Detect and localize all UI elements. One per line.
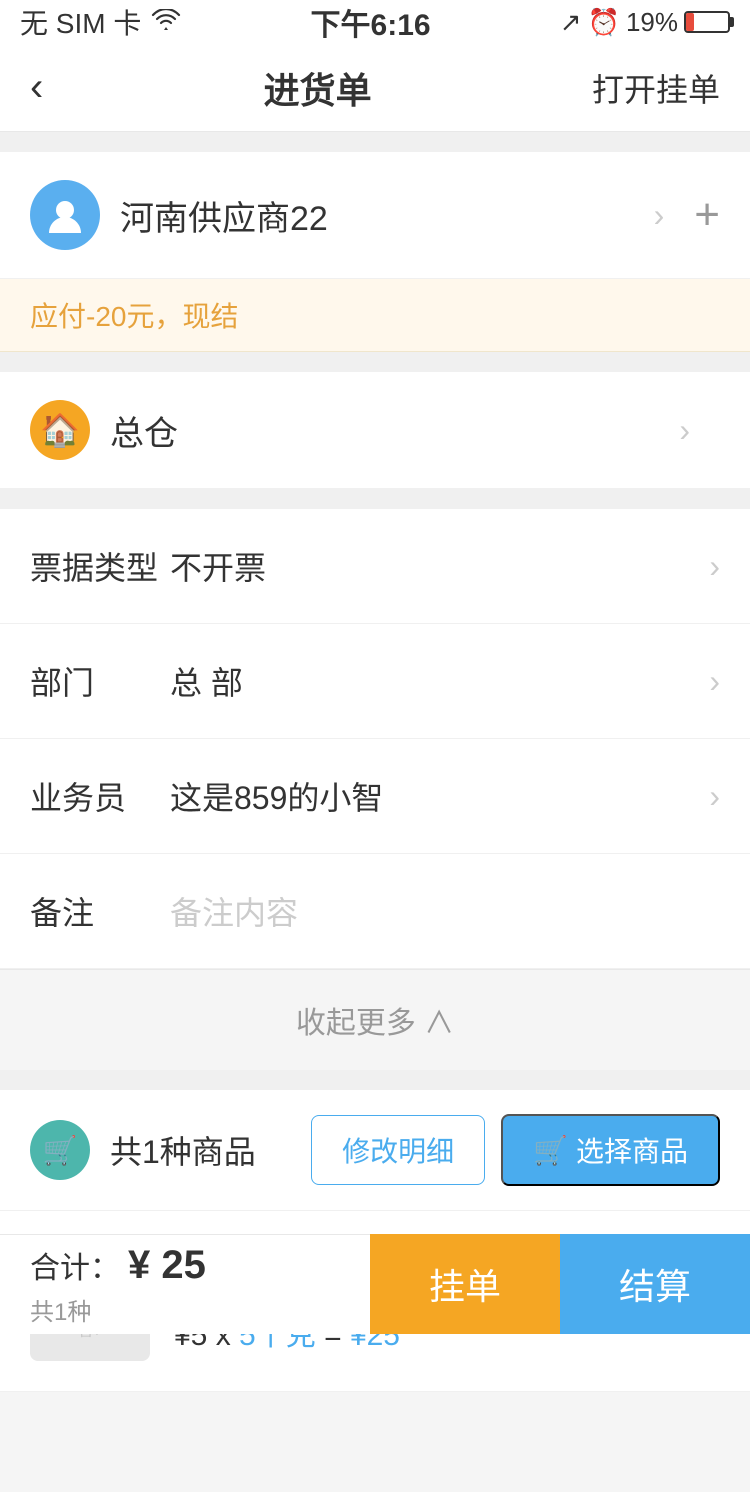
location-icon: ↗ <box>560 7 582 38</box>
warehouse-chevron-icon: › <box>679 412 690 449</box>
form-section: 票据类型 不开票 › 部门 总 部 › 业务员 这是859的小智 › 备注 备注… <box>0 509 750 1070</box>
product-count-text: 共1种商品 <box>110 1127 311 1173</box>
status-time: 下午6:16 <box>311 0 431 44</box>
footer-total-label: 合计： <box>30 1243 120 1287</box>
remark-row[interactable]: 备注 备注内容 <box>0 854 750 969</box>
carrier-label: 无 SIM 卡 <box>20 2 141 42</box>
salesperson-chevron: › <box>709 778 720 815</box>
status-bar: 无 SIM 卡 下午6:16 ↗ ⏰ 19% <box>0 0 750 44</box>
department-value: 总 部 <box>170 658 709 704</box>
add-button[interactable]: + <box>694 190 720 240</box>
alarm-icon: ⏰ <box>588 7 620 38</box>
salesperson-value: 这是859的小智 <box>170 773 709 819</box>
footer-count-label: 共1种 <box>30 1292 340 1327</box>
bottom-spacer <box>0 1392 750 1492</box>
warehouse-icon: 🏠 <box>30 400 90 460</box>
department-label: 部门 <box>30 658 170 704</box>
top-divider <box>0 132 750 152</box>
supplier-notice: 应付-20元，现结 <box>0 279 750 352</box>
remark-label: 备注 <box>30 888 170 934</box>
invoice-type-chevron: › <box>709 548 720 585</box>
department-row[interactable]: 部门 总 部 › <box>0 624 750 739</box>
invoice-type-row[interactable]: 票据类型 不开票 › <box>0 509 750 624</box>
page-title: 进货单 <box>264 62 372 114</box>
checkout-button[interactable]: 结算 <box>560 1234 750 1334</box>
product-count-icon: 🛒 <box>30 1120 90 1180</box>
supplier-section: 河南供应商22 › + 应付-20元，现结 <box>0 152 750 352</box>
battery-icon <box>684 11 730 33</box>
warehouse-row[interactable]: 🏠 总仓 › <box>0 372 750 489</box>
status-left: 无 SIM 卡 <box>20 2 181 42</box>
supplier-name: 河南供应商22 <box>120 191 654 240</box>
status-right: ↗ ⏰ 19% <box>560 7 730 38</box>
divider-2 <box>0 489 750 509</box>
open-hold-button[interactable]: 打开挂单 <box>592 65 720 111</box>
hold-button[interactable]: 挂单 <box>370 1234 560 1334</box>
supplier-avatar-icon <box>45 195 85 235</box>
supplier-row[interactable]: 河南供应商22 › + <box>0 152 750 279</box>
salesperson-row[interactable]: 业务员 这是859的小智 › <box>0 739 750 854</box>
invoice-type-label: 票据类型 <box>30 543 170 589</box>
cart-icon: 🛒 <box>533 1134 568 1167</box>
divider-1 <box>0 352 750 372</box>
remark-placeholder: 备注内容 <box>170 888 720 934</box>
collapse-button[interactable]: 收起更多 ∧ <box>0 969 750 1070</box>
supplier-chevron-icon: › <box>654 197 665 234</box>
footer-total: 合计： ¥ 25 共1种 <box>0 1234 370 1334</box>
footer-total-amount: ¥ 25 <box>128 1243 206 1288</box>
select-product-button[interactable]: 🛒 选择商品 <box>501 1114 720 1186</box>
divider-3 <box>0 1070 750 1090</box>
edit-detail-button[interactable]: 修改明细 <box>311 1115 485 1185</box>
product-header: 🛒 共1种商品 修改明细 🛒 选择商品 <box>0 1090 750 1211</box>
salesperson-label: 业务员 <box>30 773 170 819</box>
footer: 合计： ¥ 25 共1种 挂单 结算 <box>0 1234 750 1334</box>
back-button[interactable]: ‹ <box>30 65 43 110</box>
department-chevron: › <box>709 663 720 700</box>
battery-percent: 19% <box>626 7 678 38</box>
nav-bar: ‹ 进货单 打开挂单 <box>0 44 750 132</box>
invoice-type-value: 不开票 <box>170 543 709 589</box>
supplier-avatar <box>30 180 100 250</box>
wifi-icon <box>151 6 181 38</box>
warehouse-name: 总仓 <box>110 406 679 455</box>
